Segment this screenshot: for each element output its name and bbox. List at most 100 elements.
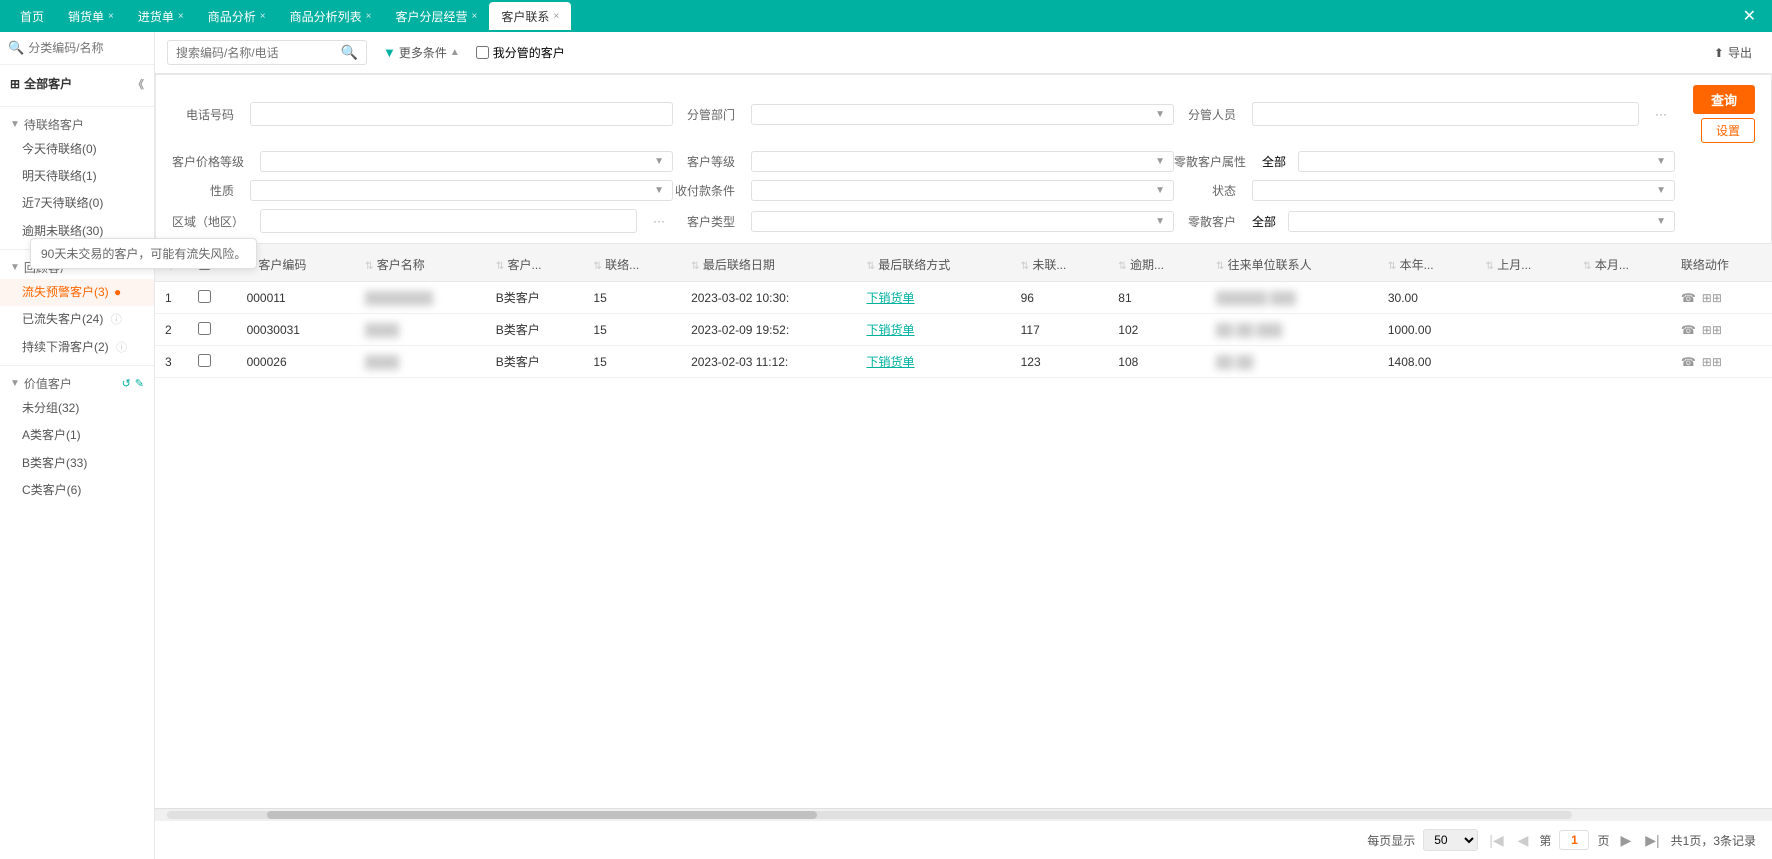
tab-customer-segment-close[interactable]: × bbox=[471, 11, 477, 22]
advanced-filters: 电话号码 分管部门 ▼ 分管人员 ··· 查询 设置 bbox=[155, 74, 1772, 244]
filter-select-gender[interactable]: ▼ bbox=[250, 180, 673, 201]
th-overdue-sort-icon: ⇅ bbox=[1118, 261, 1126, 272]
sidebar-item-ungrouped[interactable]: 未分组(32) bbox=[0, 395, 154, 422]
filter-select-payment[interactable]: ▼ bbox=[751, 180, 1174, 201]
filter-input-phone[interactable] bbox=[250, 102, 673, 126]
value-group-settings-icon[interactable]: ✎ bbox=[135, 377, 144, 390]
tab-goods-list-label: 商品分析列表 bbox=[290, 8, 362, 25]
tab-goods-analysis-label: 商品分析 bbox=[208, 8, 256, 25]
row-1-checkbox[interactable] bbox=[198, 290, 211, 303]
tab-home[interactable]: 首页 bbox=[8, 2, 56, 30]
sidebar-all-customers[interactable]: ⊞全部客户 《 bbox=[0, 71, 154, 96]
filter-select-zero-attr[interactable]: ▼ bbox=[1298, 151, 1675, 172]
export-button[interactable]: ⬆ 导出 bbox=[1706, 40, 1760, 65]
action-phone-icon-3[interactable]: ☎ bbox=[1681, 355, 1696, 369]
filter-cell-customer-type: 客户类型 ▼ bbox=[673, 211, 1174, 232]
last-page-button[interactable]: ▶| bbox=[1642, 832, 1662, 849]
td-no-contact-1: 96 bbox=[1011, 282, 1109, 314]
sidebar-item-class-a[interactable]: A类客户(1) bbox=[0, 422, 154, 449]
sidebar-item-class-c[interactable]: C类客户(6) bbox=[0, 477, 154, 504]
last-method-link-3[interactable]: 下销货单 bbox=[867, 355, 915, 369]
sidebar-search-wrap: 🔍 bbox=[0, 32, 154, 65]
tab-purchase-close[interactable]: × bbox=[178, 11, 184, 22]
filter-cell-status: 状态 ▼ bbox=[1174, 180, 1675, 201]
sidebar-all-customers-section: ⊞全部客户 《 bbox=[0, 65, 154, 102]
first-page-button[interactable]: |◀ bbox=[1486, 832, 1506, 849]
settings-button[interactable]: 设置 bbox=[1701, 118, 1755, 143]
action-more-icon-1[interactable]: ⊞⊞ bbox=[1702, 291, 1722, 305]
th-last-method: ⇅ 最后联络方式 bbox=[857, 248, 1011, 282]
filter-input-manager[interactable] bbox=[1252, 102, 1639, 126]
tab-goods-analysis[interactable]: 商品分析 × bbox=[196, 2, 278, 30]
filter-dots-manager[interactable]: ··· bbox=[1647, 107, 1675, 121]
sidebar-item-week-pending[interactable]: 近7天待联络(0) bbox=[0, 190, 154, 217]
action-icons-2: ☎ ⊞⊞ bbox=[1681, 323, 1762, 337]
tab-customer-segment[interactable]: 客户分层经营 × bbox=[383, 2, 489, 30]
row-3-checkbox[interactable] bbox=[198, 354, 211, 367]
tab-goods-list[interactable]: 商品分析列表 × bbox=[278, 2, 384, 30]
filter-input-region[interactable] bbox=[260, 209, 637, 233]
more-conditions-button[interactable]: ▼ 更多条件 ▲ bbox=[375, 40, 468, 65]
last-method-link-2[interactable]: 下销货单 bbox=[867, 323, 915, 337]
tab-goods-analysis-close[interactable]: × bbox=[260, 11, 266, 22]
td-no-contact-2: 117 bbox=[1011, 314, 1109, 346]
dropdown-arrow-gender: ▼ bbox=[654, 185, 664, 196]
row-2-checkbox[interactable] bbox=[198, 322, 211, 335]
action-phone-icon-2[interactable]: ☎ bbox=[1681, 323, 1696, 337]
top-nav: 首页 销货单 × 进货单 × 商品分析 × 商品分析列表 × 客户分层经营 × … bbox=[0, 0, 1772, 32]
next-page-button[interactable]: ▶ bbox=[1617, 832, 1634, 849]
filter-select-zero-customer[interactable]: ▼ bbox=[1288, 211, 1675, 232]
th-last-method-sort-icon: ⇅ bbox=[867, 261, 875, 272]
tab-goods-list-close[interactable]: × bbox=[366, 11, 372, 22]
main-search-input[interactable] bbox=[176, 46, 337, 60]
my-customers-checkbox[interactable] bbox=[476, 46, 489, 59]
sidebar-item-declining[interactable]: 持续下滑客户(2) ⓘ bbox=[0, 334, 154, 362]
filter-select-price-level[interactable]: ▼ bbox=[260, 151, 673, 172]
filter-select-department[interactable]: ▼ bbox=[751, 104, 1174, 125]
query-button[interactable]: 查询 bbox=[1693, 85, 1755, 114]
value-group-edit-icon[interactable]: ↺ bbox=[122, 377, 131, 390]
last-method-link-1[interactable]: 下销货单 bbox=[867, 291, 915, 305]
prev-page-button[interactable]: ◀ bbox=[1515, 832, 1532, 849]
current-page-input[interactable] bbox=[1559, 830, 1589, 850]
my-customers-label: 我分管的客户 bbox=[493, 44, 565, 61]
td-type-3: B类客户 bbox=[486, 346, 584, 378]
sidebar-item-today-pending[interactable]: 今天待联络(0) bbox=[0, 136, 154, 163]
tab-sales-close[interactable]: × bbox=[108, 11, 114, 22]
sidebar-item-churned[interactable]: 已流失客户(24) ⓘ bbox=[0, 306, 154, 334]
filter-select-status[interactable]: ▼ bbox=[1252, 180, 1675, 201]
filter-cell-zero-customer: 零散客户 全部 ▼ bbox=[1174, 211, 1675, 232]
filter-row-2: 客户价格等级 ▼ 客户等级 ▼ 零散客户属性 全部 bbox=[172, 151, 1755, 172]
tab-customer-contact-close[interactable]: × bbox=[553, 11, 559, 22]
filter-select-customer-type[interactable]: ▼ bbox=[751, 211, 1174, 232]
td-name-1: ████████ bbox=[355, 282, 486, 314]
horizontal-scrollbar[interactable] bbox=[155, 808, 1772, 820]
filter-label-payment: 收付款条件 bbox=[673, 182, 743, 199]
main-search-icon[interactable]: 🔍 bbox=[341, 44, 358, 61]
sidebar-item-class-b[interactable]: B类客户(33) bbox=[0, 450, 154, 477]
td-last-method-2: 下销货单 bbox=[857, 314, 1011, 346]
sidebar-search-input[interactable] bbox=[28, 41, 155, 55]
my-customers-checkbox-wrap[interactable]: 我分管的客户 bbox=[476, 44, 565, 61]
filter-dots-region[interactable]: ··· bbox=[645, 214, 673, 228]
table-container: ⚙ ⇅ 客户编码 ⇅ 客户名称 bbox=[155, 248, 1772, 808]
page-end-label: 页 bbox=[1597, 832, 1609, 849]
action-more-icon-3[interactable]: ⊞⊞ bbox=[1702, 355, 1722, 369]
tab-customer-contact[interactable]: 客户联系 × bbox=[489, 2, 571, 30]
per-page-select[interactable]: 50 100 200 bbox=[1423, 829, 1478, 851]
declining-info-icon: ⓘ bbox=[116, 342, 127, 354]
sidebar-item-tomorrow-pending[interactable]: 明天待联络(1) bbox=[0, 163, 154, 190]
tab-sales[interactable]: 销货单 × bbox=[56, 2, 126, 30]
scrollbar-thumb[interactable] bbox=[267, 811, 817, 819]
tab-purchase[interactable]: 进货单 × bbox=[126, 2, 196, 30]
sidebar-group-pending-contact[interactable]: ▼ 待联络客户 bbox=[0, 111, 154, 136]
action-phone-icon-1[interactable]: ☎ bbox=[1681, 291, 1696, 305]
sidebar-group-value[interactable]: ▼ 价值客户 ↺ ✎ bbox=[0, 370, 154, 395]
filter-select-customer-level[interactable]: ▼ bbox=[751, 151, 1174, 172]
th-contact-person: ⇅ 往来单位联系人 bbox=[1206, 248, 1378, 282]
th-last-date-sort-icon: ⇅ bbox=[691, 261, 699, 272]
sidebar-item-churn-warning[interactable]: 流失预警客户(3) ● bbox=[0, 279, 154, 306]
action-more-icon-2[interactable]: ⊞⊞ bbox=[1702, 323, 1722, 337]
nav-close-button[interactable]: ✕ bbox=[1735, 6, 1764, 26]
filter-label-price-level: 客户价格等级 bbox=[172, 153, 252, 170]
